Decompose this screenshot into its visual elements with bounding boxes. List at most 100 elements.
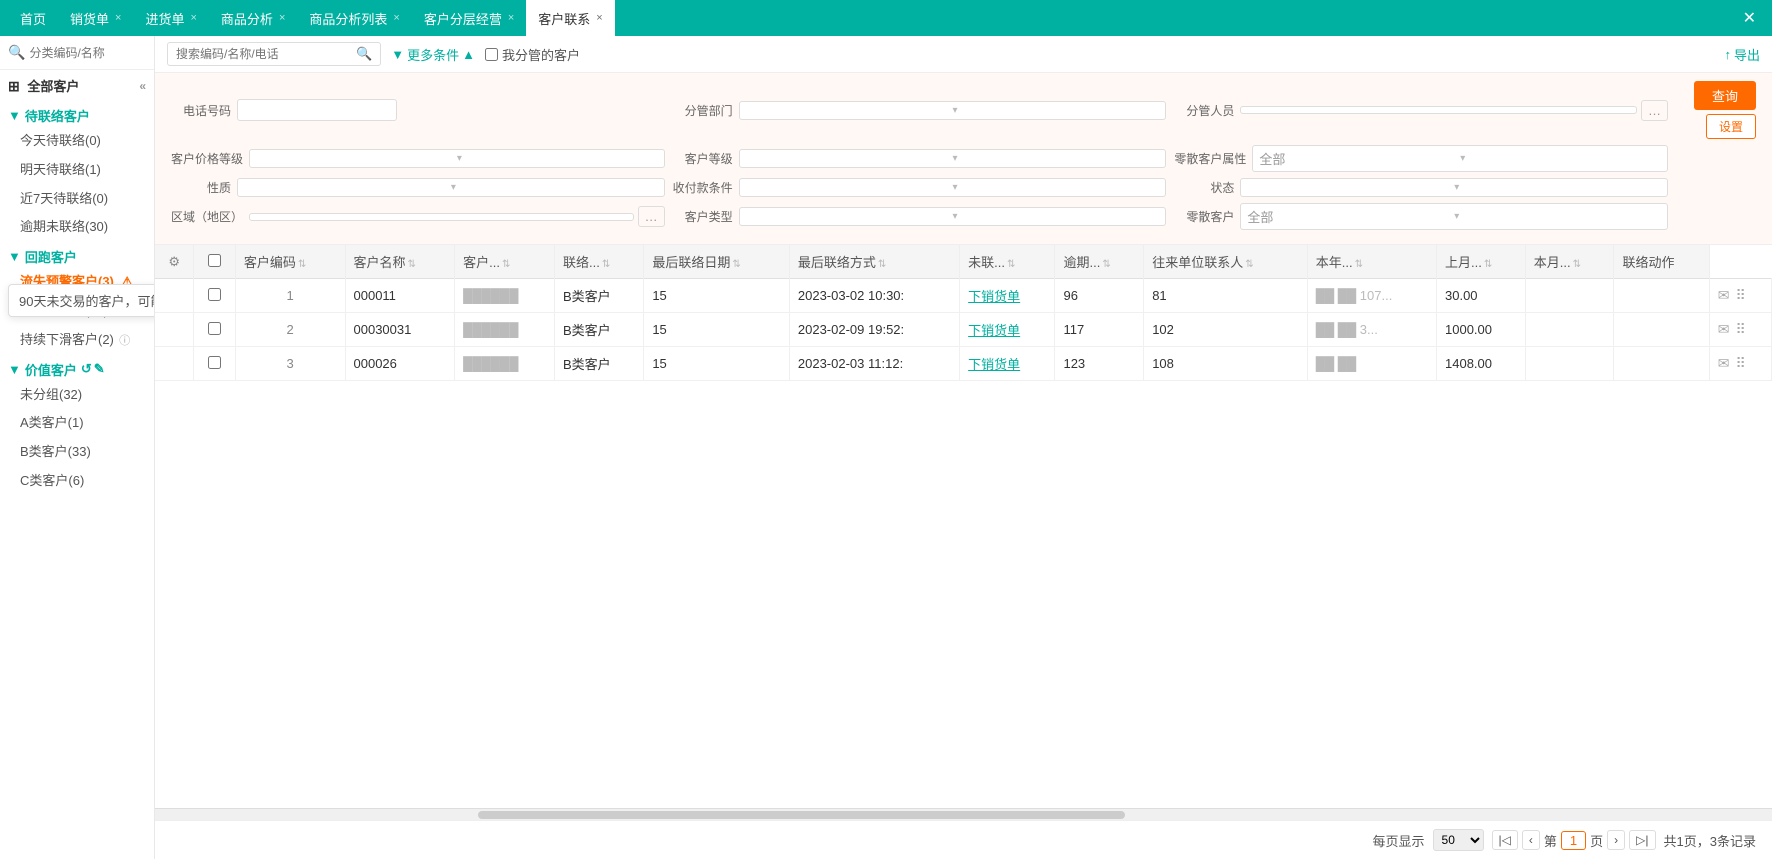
payment-select[interactable]: ▾ [739,178,1167,197]
main-search-input[interactable] [176,47,356,61]
row-code: 000011 [345,279,455,313]
row-last-month [1525,347,1614,381]
row-this-month [1614,313,1709,347]
horizontal-scrollbar[interactable] [155,808,1772,820]
row-settings[interactable] [155,279,194,313]
sidebar: 🔍 ⊞ 全部客户 « ▼ 待联络客户 今天待联络(0) 明天待联络(1) 近7天… [0,36,155,859]
row-checkbox[interactable] [208,356,221,369]
sidebar-item-class-b[interactable]: B类客户(33) [0,438,154,467]
phone-input[interactable] [237,99,397,121]
chevron-down-icon: ▾ [953,105,1160,116]
customer-grade-select[interactable]: ▾ [739,149,1167,168]
sidebar-item-7days[interactable]: 近7天待联络(0) [0,185,154,214]
this-month-column-header: 本月...⇅ [1525,245,1614,279]
next-page-btn[interactable]: › [1607,830,1625,850]
tab-close-customer-tier[interactable]: × [508,12,514,24]
chevron-down-icon2: ▾ [457,153,658,164]
per-page-select[interactable]: 50 100 [1433,829,1484,851]
more-conditions-btn[interactable]: ▼ 更多条件 ▲ [391,45,475,64]
tab-close-sales[interactable]: × [115,12,121,24]
status-select[interactable]: ▾ [1240,178,1668,197]
tab-product-analysis[interactable]: 商品分析 × [209,0,297,36]
sidebar-item-today[interactable]: 今天待联络(0) [0,127,154,156]
tab-customer-contact[interactable]: 客户联系 × [526,0,614,36]
row-settings[interactable] [155,347,194,381]
settings-column-header[interactable]: ⚙ [155,245,194,279]
nature-select[interactable]: ▾ [237,178,665,197]
row-action-contact[interactable]: ✉ [1718,355,1730,372]
sort-icon-last-month: ⇅ [1484,259,1492,270]
setting-button[interactable]: 设置 [1706,114,1756,139]
section-arrow2: ▼ [8,249,21,264]
row-actions: ✉ ⠿ [1709,279,1771,313]
prev-page-btn[interactable]: ‹ [1522,830,1540,850]
sidebar-item-declining[interactable]: 持续下滑客户(2) ⓘ [0,326,154,355]
last-page-btn[interactable]: ▷| [1629,830,1655,850]
row-checkbox[interactable] [208,322,221,335]
all-customers-header[interactable]: ⊞ 全部客户 « [0,70,154,101]
sidebar-item-class-c[interactable]: C类客户(6) [0,467,154,496]
tab-home[interactable]: 首页 [8,0,58,36]
export-btn[interactable]: ↑ 导出 [1724,45,1760,64]
refresh-icon[interactable]: ↺ [81,361,92,377]
filter-field-region: 区域（地区） … [171,206,665,227]
info-icon-declining: ⓘ [119,335,130,347]
tab-close-product-analysis[interactable]: × [279,12,285,24]
row-checkbox[interactable] [208,288,221,301]
customer-type-select[interactable]: ▾ [739,207,1167,226]
tab-product-analysis-list[interactable]: 商品分析列表 × [297,0,411,36]
retail-attr-select[interactable]: 全部 ▾ [1252,145,1668,172]
window-close-button[interactable]: ✕ [1735,8,1764,28]
search-input-wrapper: 🔍 [167,42,381,66]
row-last-contact-date: 2023-02-03 11:12: [789,347,959,381]
manager-more-btn[interactable]: … [1641,100,1668,121]
no-contact-days-column-header: 未联...⇅ [960,245,1055,279]
retail-select[interactable]: 全部 ▾ [1240,203,1668,230]
row-last-contact-type[interactable]: 下销货单 [960,347,1055,381]
row-last-contact-type[interactable]: 下销货单 [960,279,1055,313]
row-last-contact-type[interactable]: 下销货单 [960,313,1055,347]
row-action-contact[interactable]: ✉ [1718,321,1730,338]
row-action-more[interactable]: ⠿ [1736,287,1746,304]
tab-close-purchase[interactable]: × [190,12,196,24]
row-action-contact[interactable]: ✉ [1718,287,1730,304]
row-this-year: 30.00 [1437,279,1526,313]
row-unit-contact: ██ ██ 107... [1307,279,1436,313]
edit-icon[interactable]: ✎ [94,361,105,377]
scrollbar-thumb[interactable] [478,811,1125,819]
sidebar-item-overdue[interactable]: 逾期未联络(30) [0,213,154,242]
tab-purchase[interactable]: 进货单 × [133,0,208,36]
chevron-down-icon4: ▾ [1460,153,1661,164]
filter-field-price-grade: 客户价格等级 ▾ [171,149,665,168]
row-no-contact-days: 123 [1055,347,1144,381]
my-customers-check[interactable] [485,48,498,61]
row-unit-contact: ██ ██ 3... [1307,313,1436,347]
sidebar-item-ungrouped[interactable]: 未分组(32) [0,381,154,410]
sidebar-search-input[interactable] [29,46,155,60]
dept-select[interactable]: ▾ [739,101,1167,120]
sidebar-item-tomorrow[interactable]: 明天待联络(1) [0,156,154,185]
sort-icon-this-month: ⇅ [1573,259,1581,270]
first-page-btn[interactable]: |◁ [1492,830,1518,850]
checkbox-column-header [194,245,235,279]
region-more-btn[interactable]: … [638,206,665,227]
tab-customer-tier[interactable]: 客户分层经营 × [412,0,526,36]
select-all-checkbox[interactable] [208,254,221,267]
my-customers-checkbox[interactable]: 我分管的客户 [485,45,580,64]
row-number: 2 [235,313,345,347]
row-settings[interactable] [155,313,194,347]
sidebar-item-class-a[interactable]: A类客户(1) [0,409,154,438]
row-action-more[interactable]: ⠿ [1736,355,1746,372]
filter-field-payment: 收付款条件 ▾ [673,178,1167,197]
current-page: 1 [1561,831,1586,850]
row-action-more[interactable]: ⠿ [1736,321,1746,338]
tab-sales[interactable]: 销货单 × [58,0,133,36]
price-grade-select[interactable]: ▾ [249,149,665,168]
query-button[interactable]: 查询 [1694,81,1756,110]
manager-select[interactable] [1240,106,1637,114]
search-button-icon[interactable]: 🔍 [356,46,372,62]
tab-close-customer-contact[interactable]: × [596,12,602,24]
region-select[interactable] [249,213,634,221]
tab-close-product-analysis-list[interactable]: × [393,12,399,24]
grid-icon: ⊞ [8,78,20,94]
